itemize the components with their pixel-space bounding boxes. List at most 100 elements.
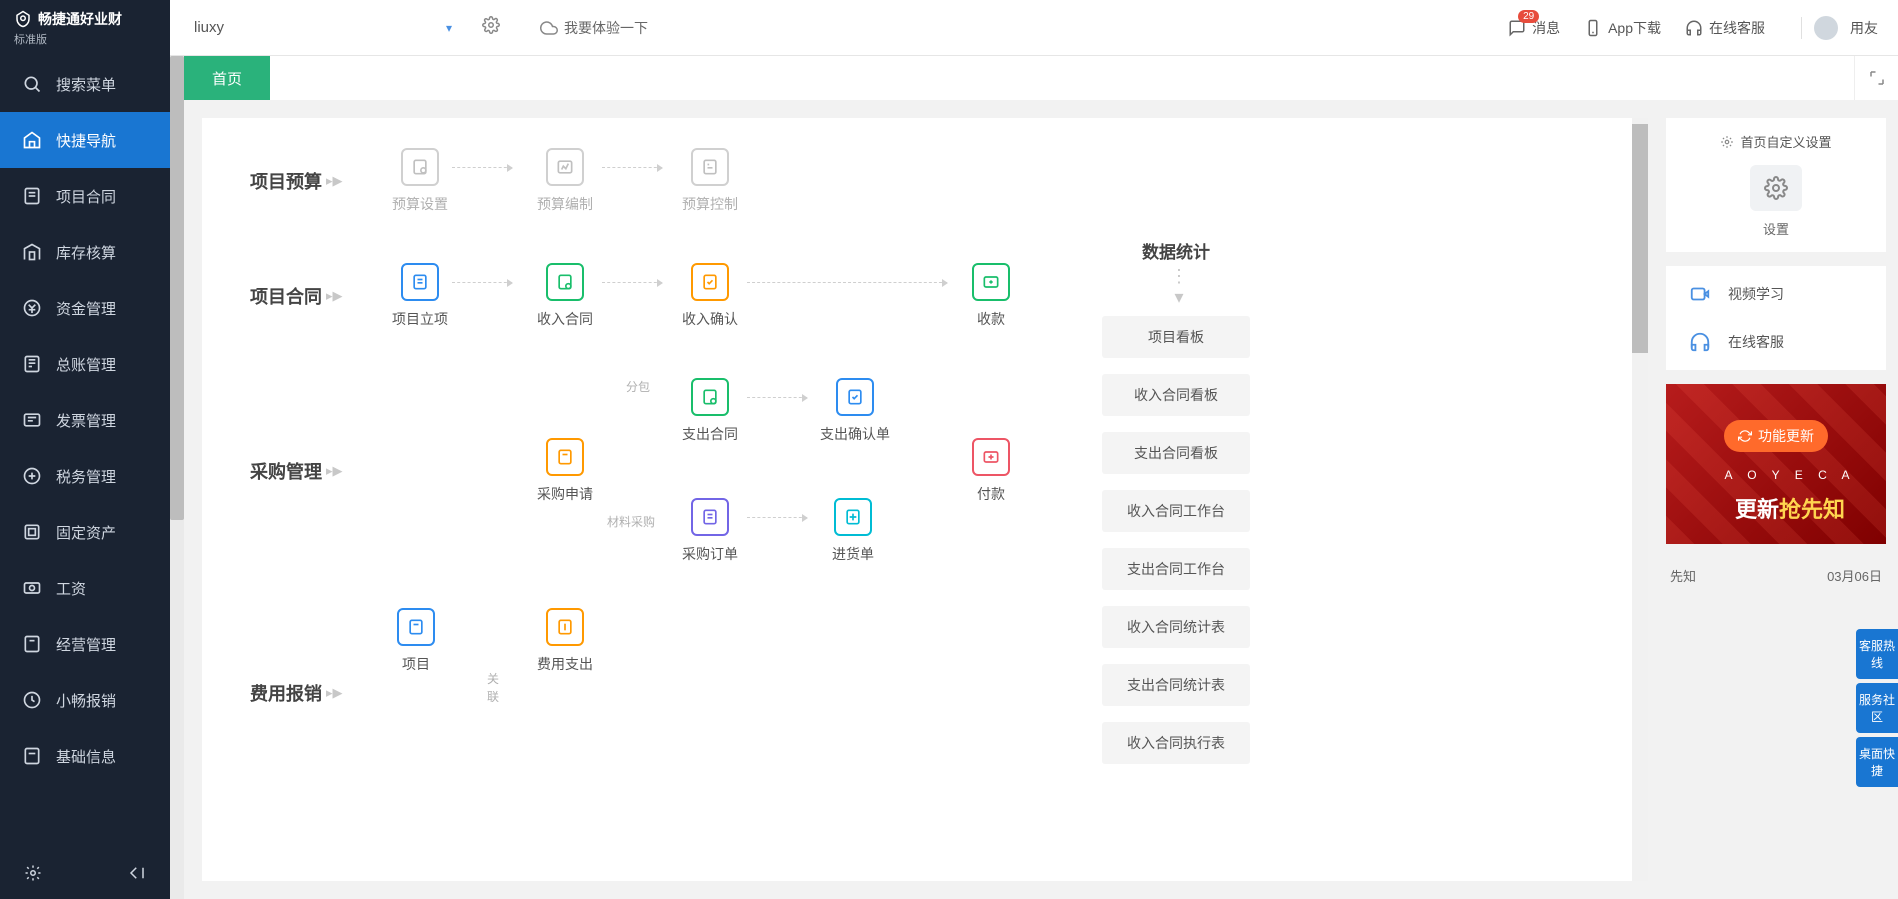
sidebar-item-project-contract[interactable]: 项目合同	[0, 168, 170, 224]
node-proj[interactable]: 项目	[397, 608, 435, 674]
float-tab-community[interactable]: 服务社区	[1856, 683, 1898, 733]
row-label-purchase: 采购管理▸▶	[250, 458, 343, 484]
sidebar-item-salary[interactable]: 工资	[0, 560, 170, 616]
label-guanlian-b: 联	[487, 688, 499, 705]
stat-btn-0[interactable]: 项目看板	[1102, 316, 1250, 358]
float-tabs: 客服热线 服务社区 桌面快捷	[1856, 629, 1898, 787]
node-expense[interactable]: 费用支出	[537, 608, 593, 674]
top-header: 畅捷通好业财 标准版 liuxy ▾ 我要体验一下 29 消息 App下载 在线…	[0, 0, 1898, 56]
row-label-contract: 项目合同▸▶	[250, 283, 343, 309]
stat-arrow-icon: ⋮▾	[1170, 266, 1188, 308]
stat-btn-5[interactable]: 收入合同统计表	[1102, 606, 1250, 648]
sb-label: 税务管理	[56, 466, 116, 487]
promo-footer: 先知 03月06日	[1666, 558, 1886, 585]
node-receive[interactable]: 收款	[972, 263, 1010, 329]
messages-button[interactable]: 29 消息	[1508, 18, 1560, 38]
stat-btn-4[interactable]: 支出合同工作台	[1102, 548, 1250, 590]
promo-card[interactable]: 功能更新 A O Y E C A 更新抢先知	[1666, 384, 1886, 544]
sidebar-item-quicknav[interactable]: 快捷导航	[0, 112, 170, 168]
sidebar-item-expense[interactable]: 小畅报销	[0, 672, 170, 728]
headset-icon	[1685, 19, 1703, 37]
arrow	[602, 282, 662, 283]
sb-label: 工资	[56, 578, 86, 599]
app-download-button[interactable]: App下载	[1584, 18, 1661, 38]
node-income-confirm[interactable]: 收入确认	[682, 263, 738, 329]
node-budget-edit[interactable]: 预算编制	[537, 148, 593, 214]
arrow	[747, 282, 947, 283]
customize-button[interactable]	[1750, 165, 1802, 211]
node-income-contract[interactable]: 收入合同	[537, 263, 593, 329]
float-tab-desktop[interactable]: 桌面快捷	[1856, 737, 1898, 787]
promo-main: 更新抢先知	[1680, 492, 1886, 524]
stat-btn-1[interactable]: 收入合同看板	[1102, 374, 1250, 416]
links-card: 视频学习 在线客服	[1666, 266, 1886, 370]
node-budget-set[interactable]: 预算设置	[392, 148, 448, 214]
row-label-expense: 费用报销▸▶	[250, 680, 343, 706]
user-menu[interactable]: 用友	[1814, 16, 1878, 40]
node-goods-in[interactable]: 进货单	[832, 498, 874, 564]
node-payment[interactable]: 付款	[972, 438, 1010, 504]
customize-title-text: 首页自定义设置	[1740, 132, 1831, 151]
float-tab-hotline[interactable]: 客服热线	[1856, 629, 1898, 679]
online-cs-link[interactable]: 在线客服	[1680, 318, 1872, 366]
sb-label: 资金管理	[56, 298, 116, 319]
org-name: liuxy	[194, 19, 444, 36]
sidebar-item-inventory[interactable]: 库存核算	[0, 224, 170, 280]
arrow	[452, 282, 512, 283]
trial-button[interactable]: 我要体验一下	[540, 18, 648, 38]
node-out-contract[interactable]: 支出合同	[682, 378, 738, 444]
sidebar-item-invoice[interactable]: 发票管理	[0, 392, 170, 448]
promo-subtitle: A O Y E C A	[1680, 468, 1886, 482]
node-purchase-req[interactable]: 采购申请	[537, 438, 593, 504]
logo-block: 畅捷通好业财 标准版	[0, 0, 170, 56]
video-learning-link[interactable]: 视频学习	[1680, 270, 1872, 318]
user-name: 用友	[1850, 18, 1878, 38]
sidebar-item-ledger[interactable]: 总账管理	[0, 336, 170, 392]
sidebar-item-basic[interactable]: 基础信息	[0, 728, 170, 784]
org-settings-icon[interactable]	[482, 16, 500, 39]
flow-canvas: 项目预算▸▶ 预算设置 预算编制 预算控制 项目合同▸▶ 项目立项 收入合同 收…	[202, 118, 1648, 881]
sb-label: 小畅报销	[56, 690, 116, 711]
arrow	[747, 517, 807, 518]
label-guanlian-a: 关	[487, 670, 499, 687]
stat-btn-7[interactable]: 收入合同执行表	[1102, 722, 1250, 764]
canvas-scrollbar[interactable]	[1632, 118, 1648, 881]
stat-btn-2[interactable]: 支出合同看板	[1102, 432, 1250, 474]
sidebar-item-funds[interactable]: 资金管理	[0, 280, 170, 336]
online-cs-label: 在线客服	[1709, 18, 1765, 38]
sidebar-footer	[0, 851, 170, 899]
stat-btn-6[interactable]: 支出合同统计表	[1102, 664, 1250, 706]
fullscreen-icon[interactable]	[1854, 56, 1898, 100]
sb-label: 快捷导航	[56, 130, 116, 151]
online-cs-button[interactable]: 在线客服	[1685, 18, 1765, 38]
node-out-confirm[interactable]: 支出确认单	[820, 378, 890, 444]
tab-home[interactable]: 首页	[184, 56, 270, 100]
refresh-icon	[1738, 429, 1752, 443]
sidebar-item-operation[interactable]: 经营管理	[0, 616, 170, 672]
arrow	[602, 167, 662, 168]
promo-news: 先知	[1670, 566, 1696, 585]
settings-icon[interactable]	[24, 864, 42, 887]
node-budget-ctrl[interactable]: 预算控制	[682, 148, 738, 214]
stat-btn-3[interactable]: 收入合同工作台	[1102, 490, 1250, 532]
sidebar-item-tax[interactable]: 税务管理	[0, 448, 170, 504]
promo-date: 03月06日	[1827, 566, 1882, 585]
node-proj-init[interactable]: 项目立项	[392, 263, 448, 329]
sidebar-scrollbar[interactable]	[170, 56, 184, 899]
collapse-icon[interactable]	[128, 864, 146, 887]
video-link-label: 视频学习	[1728, 284, 1784, 304]
stat-title: 数据统计	[1142, 238, 1210, 263]
sb-label: 经营管理	[56, 634, 116, 655]
sidebar-item-fixed-assets[interactable]: 固定资产	[0, 504, 170, 560]
node-purchase-order[interactable]: 采购订单	[682, 498, 738, 564]
sb-label: 固定资产	[56, 522, 116, 543]
sb-label: 总账管理	[56, 354, 116, 375]
logo-subtitle: 标准版	[14, 31, 170, 47]
label-fenbao: 分包	[626, 378, 650, 395]
org-selector[interactable]: liuxy ▾	[170, 19, 452, 36]
cloud-icon	[540, 19, 558, 37]
sidebar-item-search[interactable]: 搜索菜单	[0, 56, 170, 112]
chevron-down-icon: ▾	[446, 21, 452, 35]
row-label-budget: 项目预算▸▶	[250, 168, 343, 194]
divider	[1801, 17, 1802, 39]
